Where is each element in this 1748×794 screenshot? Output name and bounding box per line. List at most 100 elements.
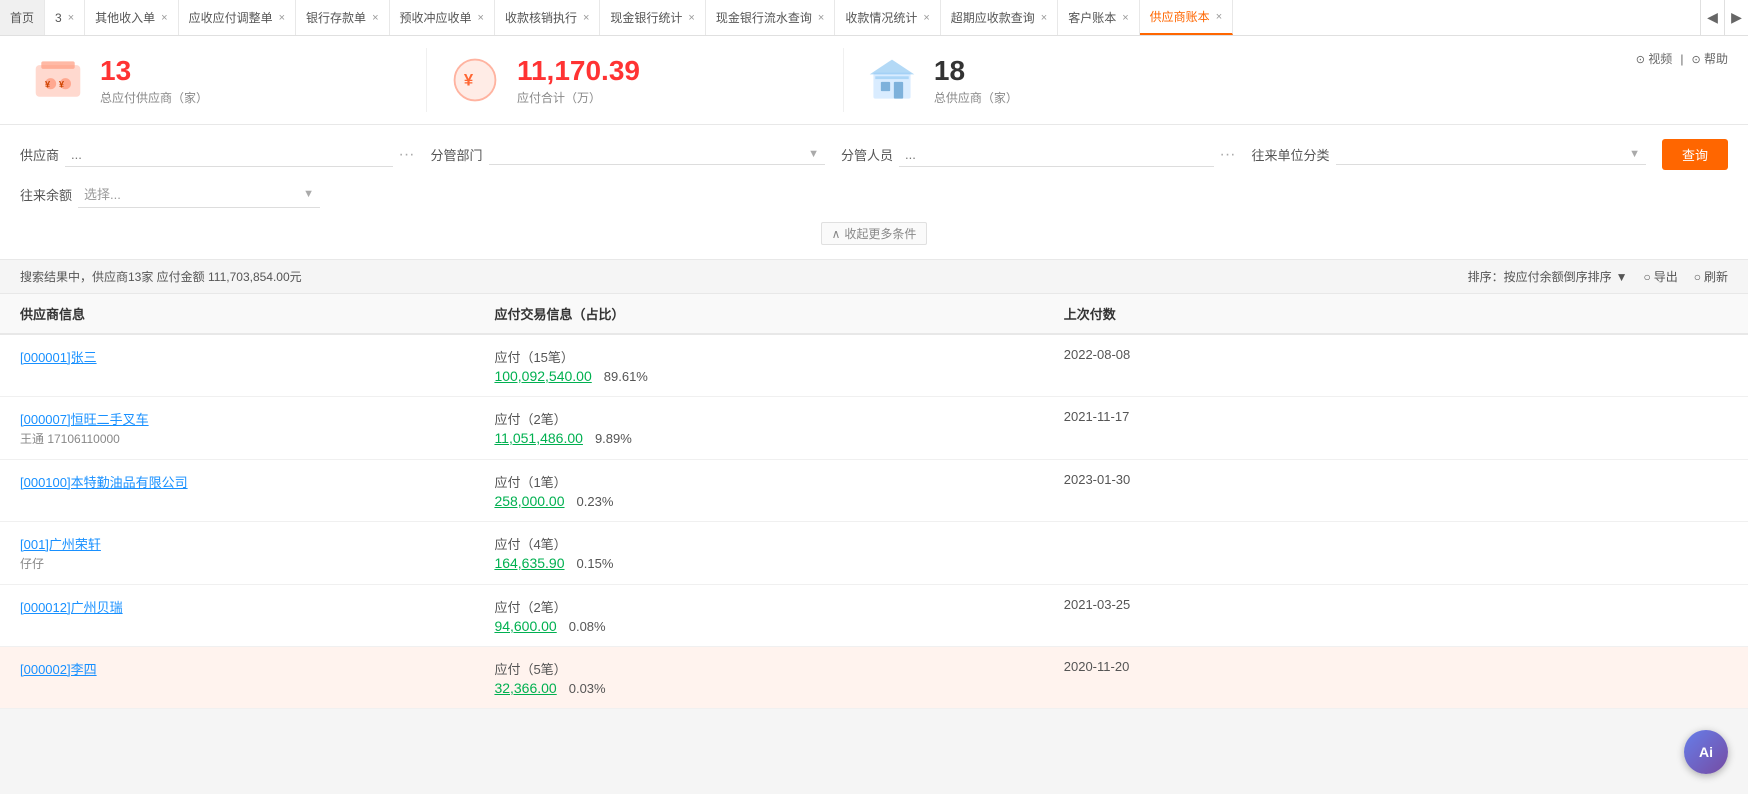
summary-card-total-suppliers: 18 总供应商（家） — [844, 48, 1636, 112]
filter-balance: 往来余额 选择... ▼ — [20, 180, 320, 208]
trans-amount-4[interactable]: 94,600.00 — [494, 618, 556, 634]
category-select[interactable]: ▼ — [1336, 144, 1646, 165]
close-icon[interactable]: × — [161, 12, 167, 24]
close-icon[interactable]: × — [1122, 12, 1128, 24]
summary-total-supplier-text: 18 总供应商（家） — [934, 54, 1018, 107]
close-icon[interactable]: × — [688, 12, 694, 24]
store-icon — [864, 52, 920, 108]
total-payable-number: 11,170.39 — [517, 54, 640, 88]
supplier-dots-icon[interactable]: ··· — [399, 146, 415, 164]
trans-amount-0[interactable]: 100,092,540.00 — [494, 368, 591, 384]
refresh-icon: ○ — [1694, 270, 1701, 284]
dept-filter-label: 分管部门 — [431, 145, 483, 164]
table-row: [000012]广州贝瑞 应付（2笔） 94,600.00 0.08% 2021… — [0, 585, 1748, 647]
close-icon[interactable]: × — [818, 12, 824, 24]
result-actions: 排序：按应付余额倒序排序 ▼ ○ 导出 ○ 刷新 — [1468, 268, 1728, 285]
close-icon[interactable]: × — [68, 12, 74, 24]
supplier-input[interactable] — [65, 143, 393, 167]
last-payment-0: 2022-08-08 — [1064, 347, 1444, 362]
summary-payable-text: 13 总应付供应商（家） — [100, 54, 208, 107]
trans-label-1: 应付（2笔） — [494, 409, 566, 428]
supplier-filter-label: 供应商 — [20, 145, 59, 164]
close-icon[interactable]: × — [583, 12, 589, 24]
supplier-link-0[interactable]: [000001]张三 — [20, 347, 494, 366]
ai-badge[interactable]: Ai — [1684, 730, 1728, 774]
header-last-payment: 上次付数 — [1064, 304, 1444, 323]
nav-tab-collection[interactable]: 收款核销执行 × — [495, 0, 600, 35]
nav-tab-collection-stat[interactable]: 收款情况统计 × — [835, 0, 940, 35]
trans-amount-5[interactable]: 32,366.00 — [494, 680, 556, 696]
filter-category: 往来单位分类 ▼ — [1252, 144, 1647, 165]
collapse-button[interactable]: ∧ 收起更多条件 — [821, 222, 928, 245]
person-input[interactable] — [899, 143, 1214, 167]
trans-amount-2[interactable]: 258,000.00 — [494, 493, 564, 509]
sort-selector[interactable]: 排序：按应付余额倒序排序 ▼ — [1468, 268, 1628, 285]
nav-tab-home[interactable]: 首页 — [0, 0, 45, 35]
svg-text:¥: ¥ — [464, 71, 474, 90]
help-link[interactable]: ⊙ 帮助 — [1691, 50, 1728, 67]
supplier-info-3: [001]广州荣轩 仔仔 — [20, 534, 494, 572]
close-icon[interactable]: × — [923, 12, 929, 24]
close-icon[interactable]: × — [1041, 12, 1047, 24]
close-icon[interactable]: × — [478, 12, 484, 24]
nav-tab-bank-deposit[interactable]: 银行存款单 × — [296, 0, 389, 35]
nav-tab-3-label: 3 — [55, 11, 62, 25]
search-button[interactable]: 查询 — [1662, 139, 1728, 170]
supplier-info-1: [000007]恒旺二手叉车 王通 17106110000 — [20, 409, 494, 447]
sort-icon: ▼ — [1616, 270, 1628, 284]
transaction-info-1: 应付（2笔） 11,051,486.00 9.89% — [494, 409, 1063, 446]
nav-tab-supplier-account[interactable]: 供应商账本 × — [1140, 0, 1233, 35]
close-icon[interactable]: × — [279, 12, 285, 24]
trans-percent-2: 0.23% — [577, 494, 614, 509]
export-button[interactable]: ○ 导出 — [1643, 268, 1677, 285]
video-link[interactable]: ⊙ 视频 — [1636, 50, 1673, 67]
table-row: [000100]本特勤油品有限公司 应付（1笔） 258,000.00 0.23… — [0, 460, 1748, 522]
refresh-button[interactable]: ○ 刷新 — [1694, 268, 1728, 285]
supplier-link-4[interactable]: [000012]广州贝瑞 — [20, 597, 494, 616]
transaction-info-2: 应付（1笔） 258,000.00 0.23% — [494, 472, 1063, 509]
refresh-label: 刷新 — [1704, 268, 1728, 285]
filter-area: 供应商 ··· 分管部门 ▼ 分管人员 ··· 往来单位分类 ▼ 查询 往来 — [0, 125, 1748, 260]
nav-right-arrow[interactable]: ▶ — [1724, 0, 1748, 36]
close-icon[interactable]: × — [1216, 11, 1222, 23]
dept-select[interactable]: ▼ — [489, 144, 825, 165]
balance-select[interactable]: 选择... ▼ — [78, 180, 320, 208]
last-payment-2: 2023-01-30 — [1064, 472, 1444, 487]
supplier-link-1[interactable]: [000007]恒旺二手叉车 — [20, 409, 494, 428]
nav-tab-prepay-label: 预收冲应收单 — [400, 9, 472, 26]
nav-tab-prepay[interactable]: 预收冲应收单 × — [390, 0, 495, 35]
trans-amount-3[interactable]: 164,635.90 — [494, 555, 564, 571]
dept-dropdown-icon: ▼ — [808, 148, 819, 160]
supplier-link-3[interactable]: [001]广州荣轩 — [20, 534, 494, 553]
nav-tab-customer-account[interactable]: 客户账本 × — [1058, 0, 1139, 35]
trans-amount-1[interactable]: 11,051,486.00 — [494, 430, 583, 446]
nav-left-arrow[interactable]: ◀ — [1700, 0, 1724, 36]
top-navigation: 首页 3 × 其他收入单 × 应收应付调整单 × 银行存款单 × 预收冲应收单 … — [0, 0, 1748, 36]
nav-tab-other-income[interactable]: 其他收入单 × — [85, 0, 178, 35]
trans-label-3: 应付（4笔） — [494, 534, 566, 553]
supplier-sub-1: 王通 17106110000 — [20, 430, 494, 447]
nav-tab-collection-stat-label: 收款情况统计 — [845, 9, 917, 26]
supplier-link-5[interactable]: [000002]李四 — [20, 659, 494, 678]
trans-percent-3: 0.15% — [577, 556, 614, 571]
close-icon[interactable]: × — [372, 12, 378, 24]
supplier-link-2[interactable]: [000100]本特勤油品有限公司 — [20, 472, 494, 491]
category-dropdown-icon: ▼ — [1629, 148, 1640, 160]
nav-tab-adjustment[interactable]: 应收应付调整单 × — [179, 0, 296, 35]
nav-tab-cash-stat[interactable]: 现金银行统计 × — [600, 0, 705, 35]
nav-tab-supplier-account-label: 供应商账本 — [1150, 8, 1210, 25]
nav-tab-overdue[interactable]: 超期应收款查询 × — [941, 0, 1058, 35]
person-dots-icon[interactable]: ··· — [1220, 146, 1236, 164]
nav-arrows: ◀ ▶ — [1700, 0, 1748, 36]
transaction-info-3: 应付（4笔） 164,635.90 0.15% — [494, 534, 1063, 571]
video-label: 视频 — [1648, 52, 1672, 66]
help-label: 帮助 — [1704, 52, 1728, 66]
nav-tab-customer-account-label: 客户账本 — [1068, 9, 1116, 26]
svg-text:¥: ¥ — [59, 79, 65, 89]
total-suppliers-label: 总供应商（家） — [934, 89, 1018, 106]
last-payment-5: 2020-11-20 — [1064, 659, 1444, 674]
nav-tab-3[interactable]: 3 × — [45, 0, 85, 35]
last-pay-date-1: 2021-11-17 — [1064, 409, 1130, 424]
nav-tab-other-income-label: 其他收入单 — [95, 9, 155, 26]
nav-tab-cash-flow[interactable]: 现金银行流水查询 × — [706, 0, 835, 35]
